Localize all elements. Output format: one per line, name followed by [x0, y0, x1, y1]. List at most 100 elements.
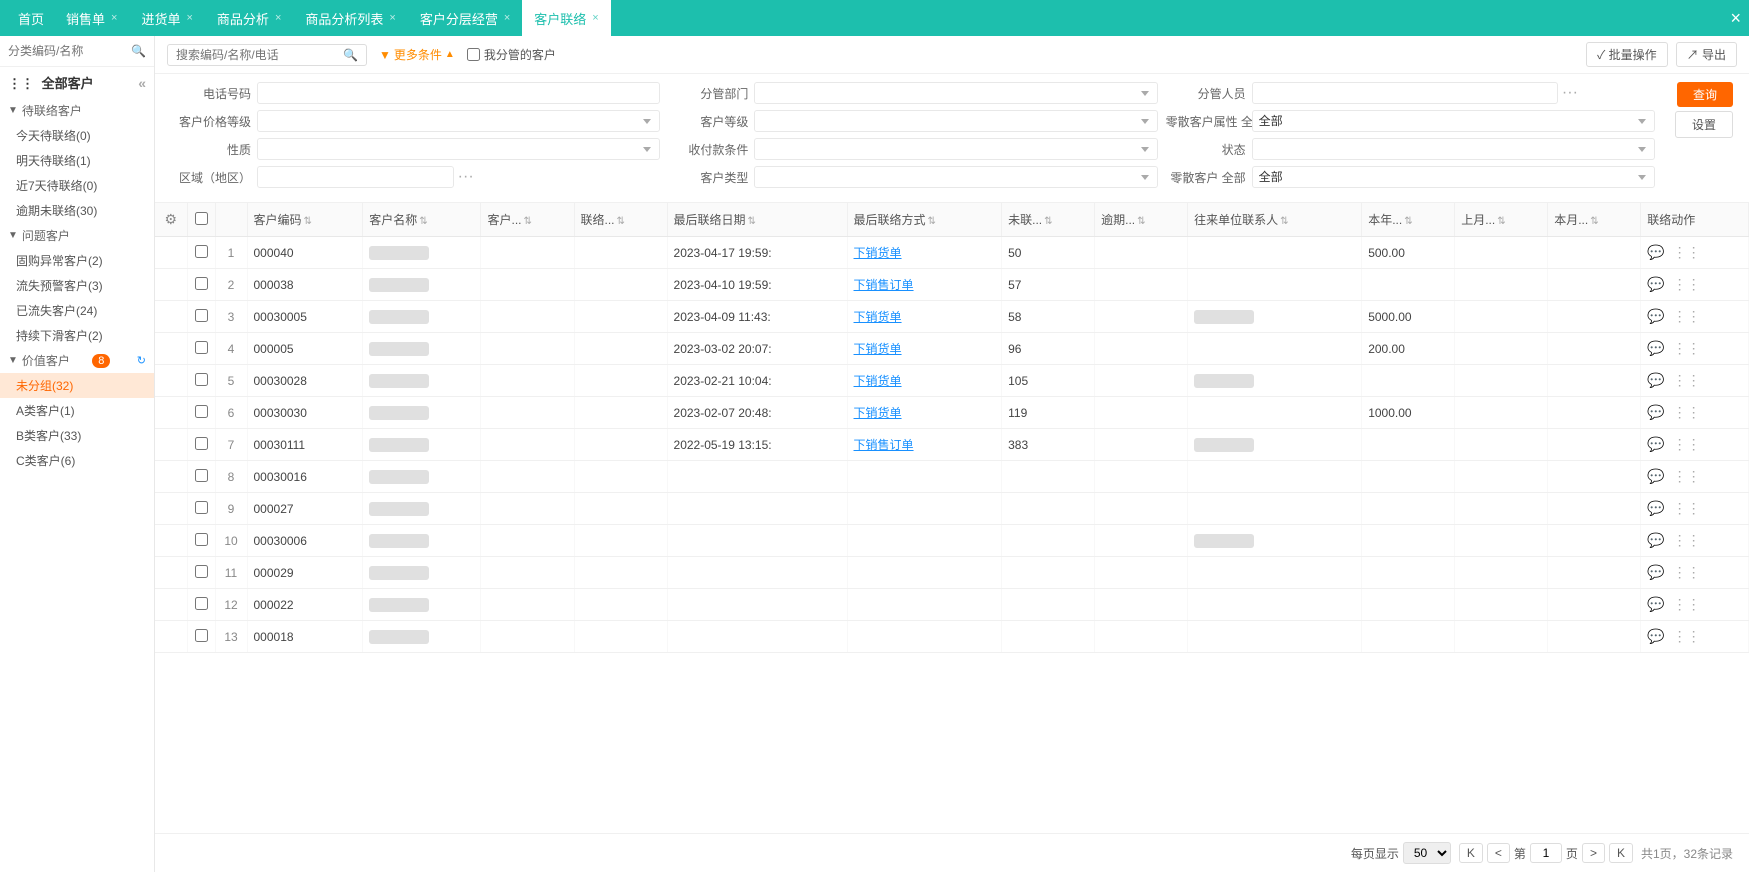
page-size-select[interactable]: 50: [1403, 842, 1451, 864]
row-last-way[interactable]: [847, 493, 1002, 525]
grid-icon[interactable]: ⋮⋮: [1673, 276, 1701, 293]
row-last-way[interactable]: [847, 525, 1002, 557]
retail-attr-select[interactable]: 全部: [1252, 110, 1655, 132]
row-last-way[interactable]: 下销售订单: [847, 269, 1002, 301]
export-button[interactable]: ↗ 导出: [1676, 42, 1737, 67]
row-checkbox[interactable]: [195, 245, 208, 258]
message-icon[interactable]: 💬: [1647, 532, 1664, 549]
row-checkbox-cell[interactable]: [187, 301, 215, 333]
row-checkbox[interactable]: [195, 565, 208, 578]
next-page-button[interactable]: >: [1582, 843, 1605, 863]
row-last-way[interactable]: 下销售订单: [847, 429, 1002, 461]
row-checkbox[interactable]: [195, 597, 208, 610]
nav-product-analysis-list[interactable]: 商品分析列表 ×: [293, 0, 407, 36]
value-refresh-icon[interactable]: ↻: [137, 354, 146, 367]
nav-product-analysis[interactable]: 商品分析 ×: [205, 0, 293, 36]
retail-customer-select[interactable]: 全部: [1252, 166, 1655, 188]
prev-page-button[interactable]: <: [1487, 843, 1510, 863]
row-checkbox-cell[interactable]: [187, 525, 215, 557]
sidebar-item-flow-warning[interactable]: 流失预警客户(3): [0, 273, 154, 298]
last-way-col[interactable]: 最后联络方式⇅: [847, 203, 1002, 237]
row-last-way[interactable]: [847, 589, 1002, 621]
grid-icon[interactable]: ⋮⋮: [1673, 372, 1701, 389]
sidebar-pending-group[interactable]: ▼ 待联络客户: [0, 98, 154, 123]
price-level-select[interactable]: [257, 110, 660, 132]
row-checkbox[interactable]: [195, 629, 208, 642]
message-icon[interactable]: 💬: [1647, 244, 1664, 261]
row-last-way[interactable]: [847, 557, 1002, 589]
sidebar-value-group[interactable]: ▼ 价值客户 8 ↻: [0, 348, 154, 373]
sidebar-item-overdue[interactable]: 逾期未联络(30): [0, 198, 154, 223]
row-last-way[interactable]: 下销货单: [847, 237, 1002, 269]
my-customer-check[interactable]: [467, 48, 480, 61]
last-page-button[interactable]: K: [1609, 843, 1633, 863]
row-checkbox[interactable]: [195, 277, 208, 290]
row-checkbox[interactable]: [195, 373, 208, 386]
person-input[interactable]: [1252, 82, 1558, 104]
sidebar-item-unclassified[interactable]: 未分组(32): [0, 373, 154, 398]
close-customer-segment-tab[interactable]: ×: [504, 12, 510, 24]
window-close-button[interactable]: ×: [1730, 8, 1741, 29]
no-contact-col[interactable]: 未联...⇅: [1002, 203, 1095, 237]
nav-customer-contact[interactable]: 客户联络 ×: [522, 0, 610, 36]
sidebar-item-lost[interactable]: 已流失客户(24): [0, 298, 154, 323]
last-month-col[interactable]: 上月...⇅: [1455, 203, 1548, 237]
settings-col[interactable]: ⚙: [155, 203, 187, 237]
message-icon[interactable]: 💬: [1647, 404, 1664, 421]
message-icon[interactable]: 💬: [1647, 628, 1664, 645]
row-checkbox-cell[interactable]: [187, 397, 215, 429]
this-month-col[interactable]: 本月...⇅: [1548, 203, 1641, 237]
customer-level-select[interactable]: [754, 110, 1157, 132]
grid-icon[interactable]: ⋮⋮: [1673, 532, 1701, 549]
nature-select[interactable]: [257, 138, 660, 160]
row-last-way[interactable]: [847, 621, 1002, 653]
row-checkbox-cell[interactable]: [187, 333, 215, 365]
row-last-way[interactable]: [847, 461, 1002, 493]
customer-type-select[interactable]: [754, 166, 1157, 188]
message-icon[interactable]: 💬: [1647, 340, 1664, 357]
grid-icon[interactable]: ⋮⋮: [1673, 404, 1701, 421]
sidebar-problem-group[interactable]: ▼ 问题客户: [0, 223, 154, 248]
grid-icon[interactable]: ⋮⋮: [1673, 436, 1701, 453]
batch-ops-button[interactable]: ✓ 批量操作: [1586, 42, 1668, 67]
row-last-way[interactable]: 下销货单: [847, 333, 1002, 365]
code-col[interactable]: 客户编码⇅: [247, 203, 363, 237]
message-icon[interactable]: 💬: [1647, 436, 1664, 453]
grid-icon[interactable]: ⋮⋮: [1673, 500, 1701, 517]
category-col[interactable]: 客户...⇅: [481, 203, 574, 237]
message-icon[interactable]: 💬: [1647, 564, 1664, 581]
grid-icon[interactable]: ⋮⋮: [1673, 628, 1701, 645]
reset-button[interactable]: 设置: [1675, 111, 1733, 138]
page-number-input[interactable]: [1530, 843, 1562, 863]
grid-icon[interactable]: ⋮⋮: [1673, 596, 1701, 613]
message-icon[interactable]: 💬: [1647, 500, 1664, 517]
row-checkbox-cell[interactable]: [187, 429, 215, 461]
message-icon[interactable]: 💬: [1647, 372, 1664, 389]
sidebar-search-box[interactable]: 🔍: [0, 36, 154, 67]
row-checkbox-cell[interactable]: [187, 237, 215, 269]
sidebar-item-tomorrow[interactable]: 明天待联络(1): [0, 148, 154, 173]
row-last-way[interactable]: 下销货单: [847, 365, 1002, 397]
row-checkbox[interactable]: [195, 405, 208, 418]
dept-select[interactable]: [754, 82, 1157, 104]
select-all-checkbox[interactable]: [195, 212, 208, 225]
search-input[interactable]: [176, 48, 343, 62]
payment-select[interactable]: [754, 138, 1157, 160]
search-box[interactable]: 🔍: [167, 44, 367, 66]
row-checkbox-cell[interactable]: [187, 493, 215, 525]
close-customer-contact-tab[interactable]: ×: [592, 12, 598, 24]
nav-customer-segment[interactable]: 客户分层经营 ×: [408, 0, 522, 36]
sidebar-item-b-class[interactable]: B类客户(33): [0, 423, 154, 448]
row-last-way[interactable]: 下销货单: [847, 397, 1002, 429]
row-last-way[interactable]: 下销货单: [847, 301, 1002, 333]
row-checkbox[interactable]: [195, 501, 208, 514]
table-settings-icon[interactable]: ⚙: [164, 211, 177, 227]
query-button[interactable]: 查询: [1677, 82, 1733, 107]
message-icon[interactable]: 💬: [1647, 276, 1664, 293]
row-checkbox-cell[interactable]: [187, 557, 215, 589]
my-customer-checkbox[interactable]: 我分管的客户: [467, 46, 556, 63]
this-year-col[interactable]: 本年...⇅: [1362, 203, 1455, 237]
all-customers-header[interactable]: ⋮⋮ 全部客户 «: [0, 67, 154, 98]
row-checkbox-cell[interactable]: [187, 621, 215, 653]
grid-icon[interactable]: ⋮⋮: [1673, 244, 1701, 261]
